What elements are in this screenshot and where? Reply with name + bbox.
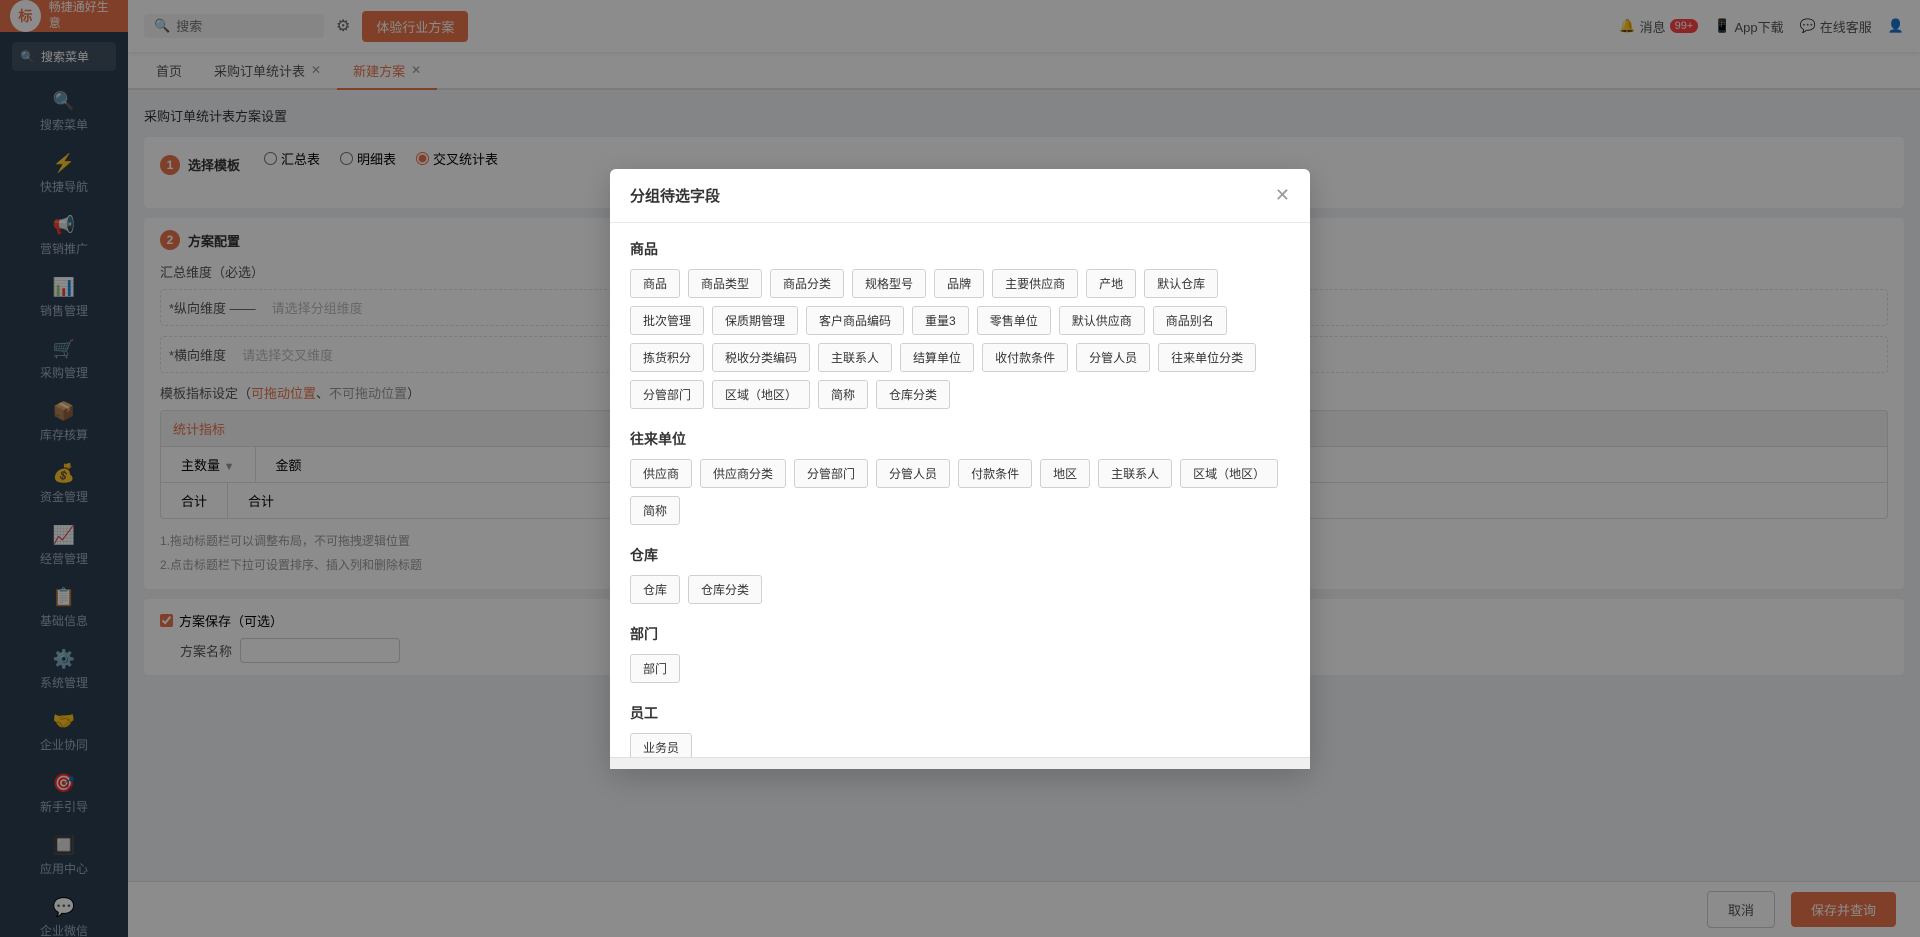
field-section-往来单位: 往来单位供应商供应商分类分管部门分管人员付款条件地区主联系人区域（地区） 简称 xyxy=(630,429,1290,525)
field-tag[interactable]: 供应商 xyxy=(630,459,692,488)
field-tag[interactable]: 分管部门 xyxy=(794,459,868,488)
field-section-仓库: 仓库仓库仓库分类 xyxy=(630,545,1290,604)
field-tag[interactable]: 仓库分类 xyxy=(688,575,762,604)
field-section-商品: 商品商品商品类型商品分类规格型号品牌主要供应商产地默认仓库批次管理保质期管理客户… xyxy=(630,239,1290,409)
field-tag[interactable]: 地区 xyxy=(1040,459,1090,488)
field-tag[interactable]: 分管人员 xyxy=(1076,343,1150,372)
field-grid: 部门 xyxy=(630,654,1290,683)
field-grid: 供应商供应商分类分管部门分管人员付款条件地区主联系人区域（地区） 简称 xyxy=(630,459,1290,525)
field-section-title: 仓库 xyxy=(630,545,1290,565)
field-section-部门: 部门部门 xyxy=(630,624,1290,683)
field-tag[interactable]: 默认仓库 xyxy=(1144,269,1218,298)
field-grid: 业务员 xyxy=(630,733,1290,757)
field-tag[interactable]: 拣货积分 xyxy=(630,343,704,372)
field-grid: 商品商品类型商品分类规格型号品牌主要供应商产地默认仓库批次管理保质期管理客户商品… xyxy=(630,269,1290,409)
field-tag[interactable]: 区域（地区） xyxy=(712,380,810,409)
field-tag[interactable]: 批次管理 xyxy=(630,306,704,335)
field-tag[interactable]: 简称 xyxy=(630,496,680,525)
field-tag[interactable]: 品牌 xyxy=(934,269,984,298)
dialog: 分组待选字段 ✕ 商品商品商品类型商品分类规格型号品牌主要供应商产地默认仓库批次… xyxy=(610,169,1310,769)
field-tag[interactable]: 结算单位 xyxy=(900,343,974,372)
field-tag[interactable]: 仓库分类 xyxy=(876,380,950,409)
field-tag[interactable]: 部门 xyxy=(630,654,680,683)
field-grid: 仓库仓库分类 xyxy=(630,575,1290,604)
field-tag[interactable]: 收付款条件 xyxy=(982,343,1068,372)
field-tag[interactable]: 客户商品编码 xyxy=(806,306,904,335)
field-section-员工: 员工业务员 xyxy=(630,703,1290,757)
field-tag[interactable]: 商品别名 xyxy=(1153,306,1227,335)
field-tag[interactable]: 商品类型 xyxy=(688,269,762,298)
field-tag[interactable]: 简称 xyxy=(818,380,868,409)
field-tag[interactable]: 重量3 xyxy=(912,306,969,335)
field-tag[interactable]: 商品 xyxy=(630,269,680,298)
field-tag[interactable]: 产地 xyxy=(1086,269,1136,298)
field-tag[interactable]: 业务员 xyxy=(630,733,692,757)
dialog-title: 分组待选字段 xyxy=(630,185,720,206)
field-section-title: 商品 xyxy=(630,239,1290,259)
field-tag[interactable]: 主联系人 xyxy=(818,343,892,372)
field-section-title: 员工 xyxy=(630,703,1290,723)
field-tag[interactable]: 保质期管理 xyxy=(712,306,798,335)
dialog-body: 商品商品商品类型商品分类规格型号品牌主要供应商产地默认仓库批次管理保质期管理客户… xyxy=(610,223,1310,757)
field-tag[interactable]: 付款条件 xyxy=(958,459,1032,488)
dialog-close-button[interactable]: ✕ xyxy=(1275,185,1290,206)
field-tag[interactable]: 零售单位 xyxy=(977,306,1051,335)
field-section-title: 部门 xyxy=(630,624,1290,644)
field-tag[interactable]: 商品分类 xyxy=(770,269,844,298)
field-tag[interactable]: 仓库 xyxy=(630,575,680,604)
field-tag[interactable]: 分管人员 xyxy=(876,459,950,488)
field-tag[interactable]: 规格型号 xyxy=(852,269,926,298)
field-tag[interactable]: 分管部门 xyxy=(630,380,704,409)
field-tag[interactable]: 区域（地区） xyxy=(1180,459,1278,488)
field-tag[interactable]: 默认供应商 xyxy=(1059,306,1145,335)
dialog-header: 分组待选字段 ✕ xyxy=(610,169,1310,223)
field-tag[interactable]: 供应商分类 xyxy=(700,459,786,488)
field-section-title: 往来单位 xyxy=(630,429,1290,449)
field-tag[interactable]: 往来单位分类 xyxy=(1158,343,1256,372)
field-tag[interactable]: 主联系人 xyxy=(1098,459,1172,488)
field-tag[interactable]: 主要供应商 xyxy=(992,269,1078,298)
field-tag[interactable]: 税收分类编码 xyxy=(712,343,810,372)
dialog-hscroll[interactable] xyxy=(610,757,1310,769)
